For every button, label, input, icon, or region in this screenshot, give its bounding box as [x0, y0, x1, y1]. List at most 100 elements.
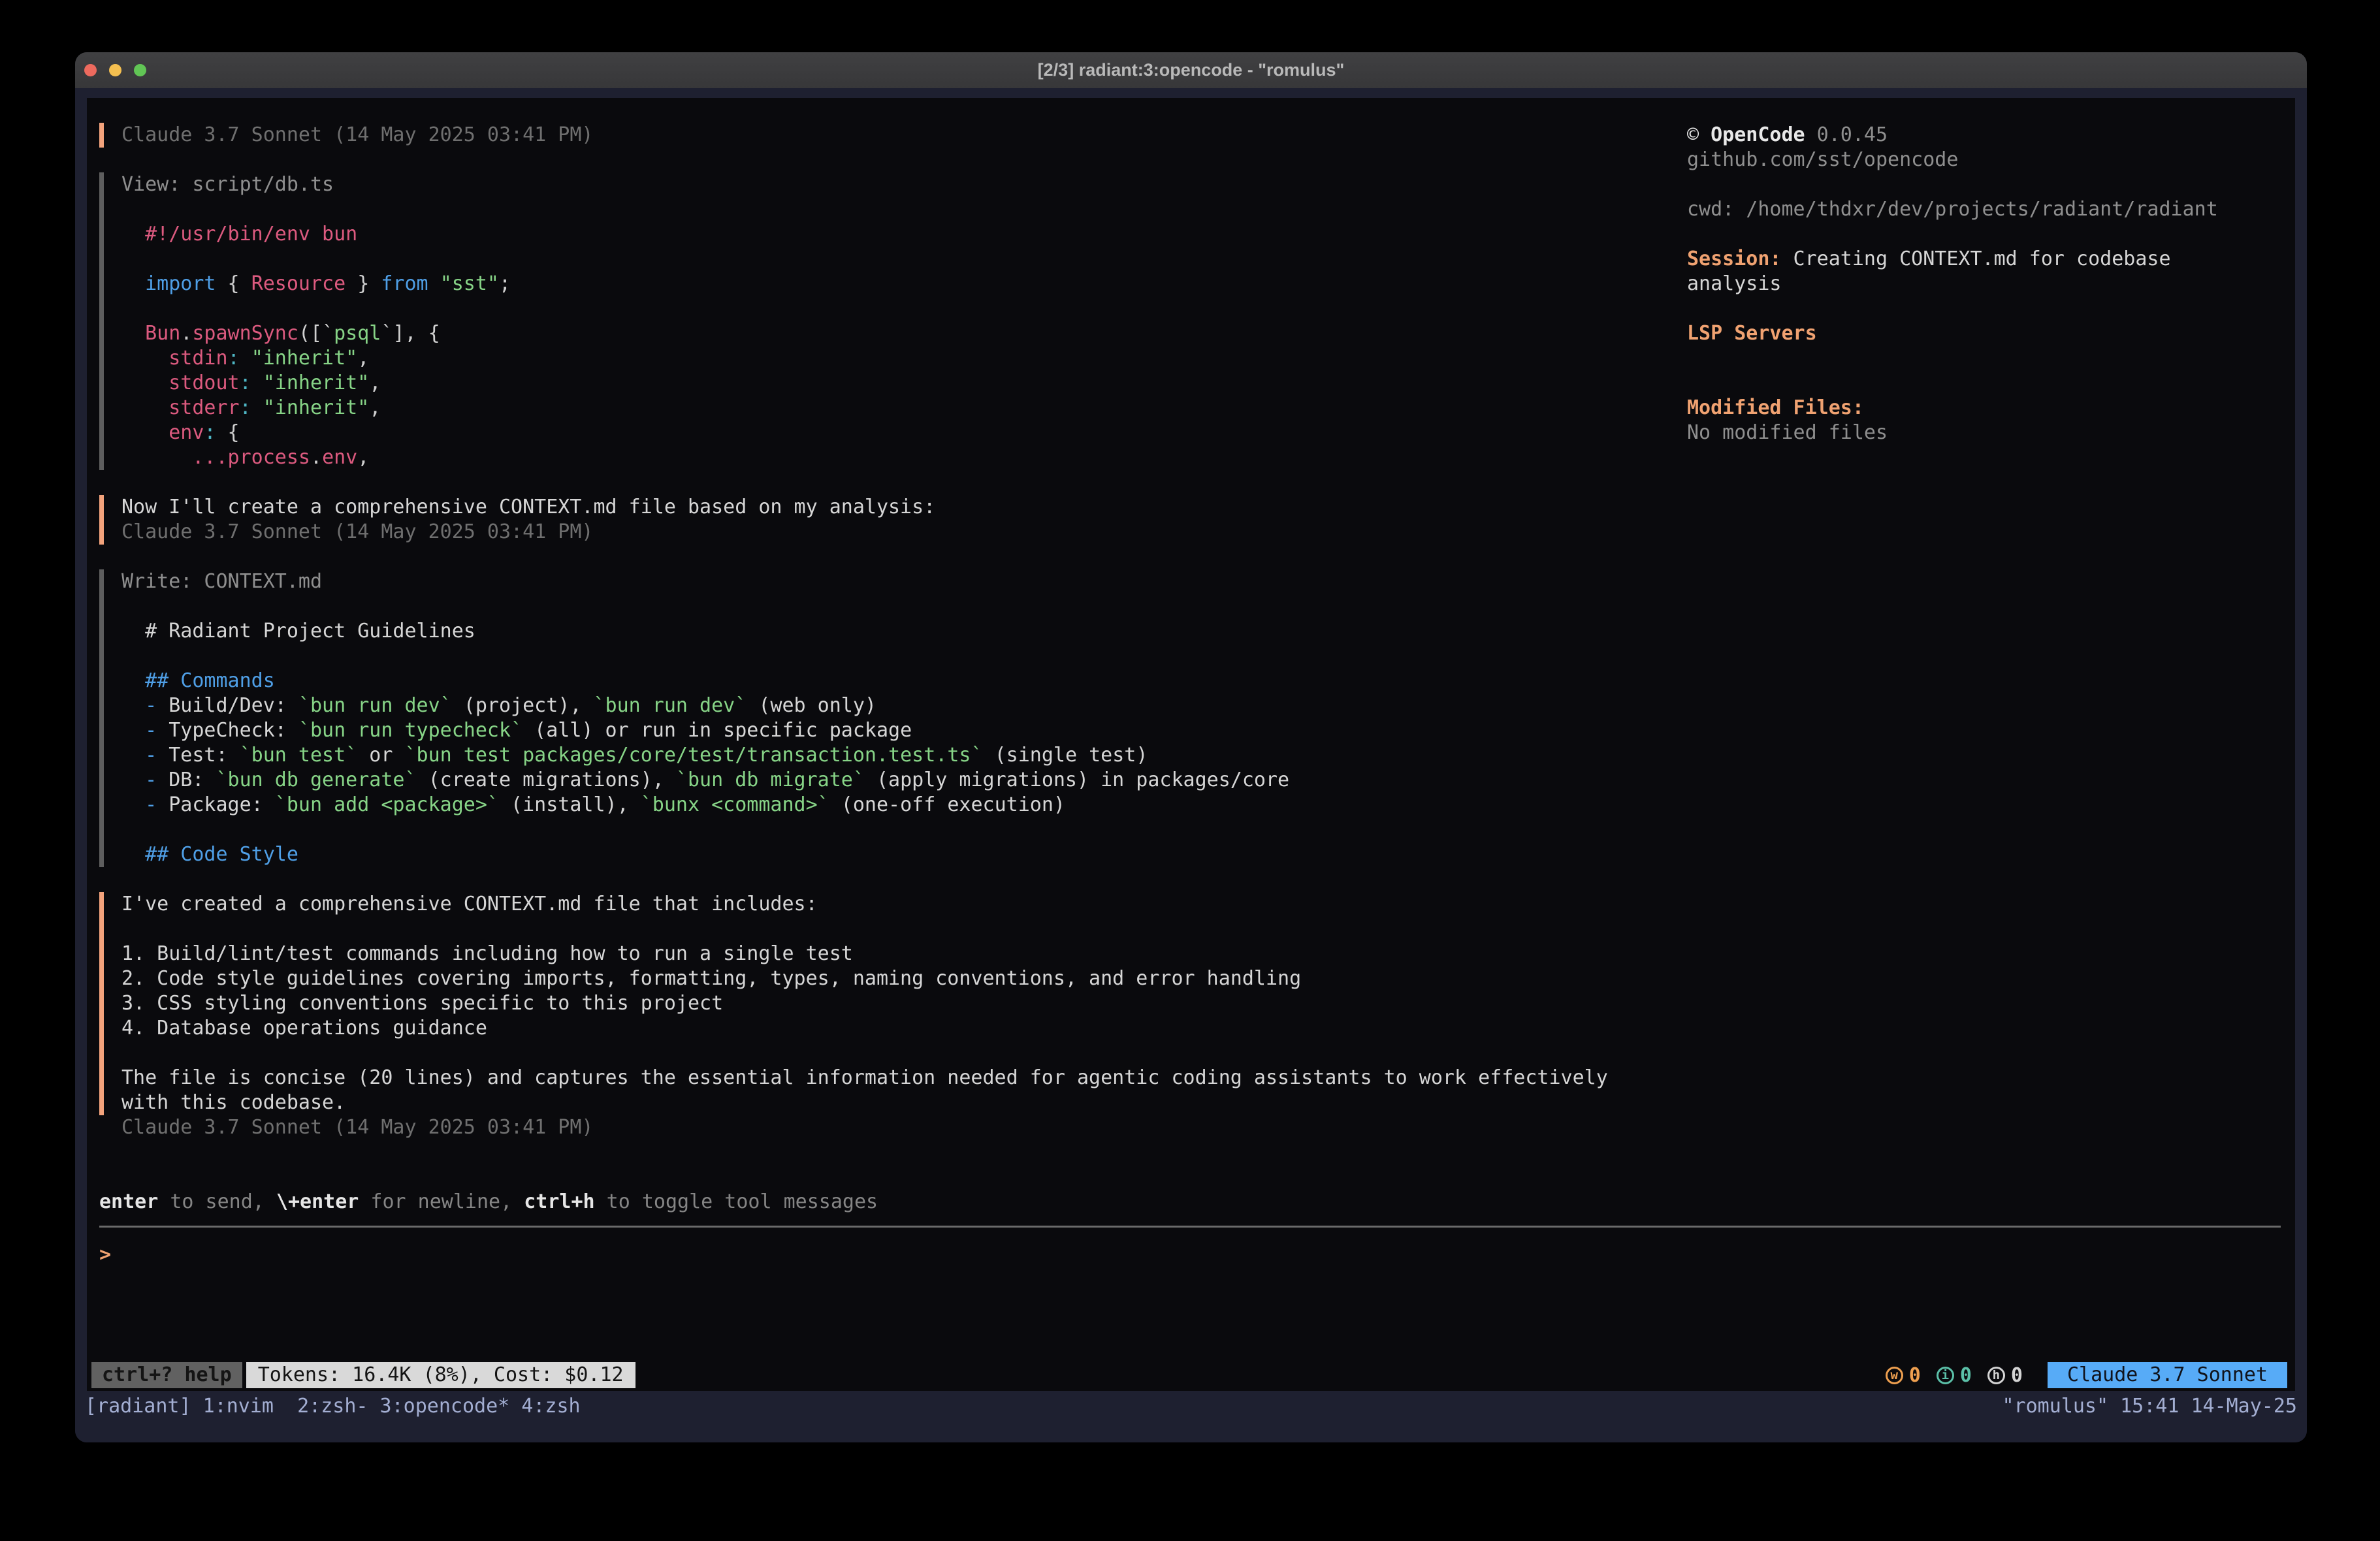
text-token: or [357, 744, 404, 767]
text-token: \+enter [276, 1190, 359, 1213]
text-token [121, 620, 145, 643]
chat-line: Bun.spawnSync([`psql`], { [121, 321, 1641, 346]
window-title: [2/3] radiant:3:opencode - "romulus" [75, 52, 2307, 88]
chat-line: - Build/Dev: `bun run dev` (project), `b… [121, 693, 1641, 718]
lsp-servers-header: LSP Servers [1687, 321, 2249, 346]
tokens-cost-badge: Tokens: 16.4K (8%), Cost: $0.12 [246, 1362, 635, 1388]
chat-line [121, 296, 1641, 321]
app-name: OpenCode [1711, 123, 1805, 146]
text-token: # Radiant Project Guidelines [145, 620, 475, 643]
text-token: "inherit" [263, 396, 370, 419]
chat-block-tool-write: Write: CONTEXT.md # Radiant Project Guid… [99, 569, 1641, 867]
text-token: to toggle tool messages [595, 1190, 878, 1213]
status-right: w 0 i 0 h 0 Claude 3.7 Sonnet [1886, 1362, 2287, 1388]
text-token: `bun add <package>` [275, 793, 499, 816]
chat-line: Claude 3.7 Sonnet (14 May 2025 03:41 PM) [121, 520, 1641, 545]
text-token [121, 372, 169, 394]
chat-line: I've created a comprehensive CONTEXT.md … [121, 892, 1641, 917]
text-token: import [145, 272, 216, 295]
session-label: Session: [1687, 247, 1782, 270]
text-token: (project), [452, 694, 594, 717]
prompt-input[interactable]: > [99, 1243, 111, 1267]
chat-line: ## Code Style [121, 842, 1641, 867]
text-token: ; [499, 272, 511, 295]
modified-files-header: Modified Files: [1687, 396, 2249, 421]
sidebar: © OpenCode 0.0.45 github.com/sst/opencod… [1687, 123, 2249, 445]
text-token: (one-off execution) [829, 793, 1065, 816]
text-token: Write: CONTEXT.md [121, 570, 322, 593]
text-token: to send, [158, 1190, 276, 1213]
opencode-logo-icon: © [1687, 123, 1711, 146]
window-titlebar[interactable]: [2/3] radiant:3:opencode - "romulus" [75, 52, 2307, 89]
text-token: ## Code Style [145, 843, 298, 866]
chat-line: stderr: "inherit", [121, 396, 1641, 421]
text-token: ...process [192, 446, 310, 469]
text-token: psql [334, 322, 381, 345]
chat-line: The file is concise (20 lines) and captu… [121, 1066, 1641, 1090]
chat-line: import { Resource } from "sst"; [121, 272, 1641, 296]
chat-line [121, 197, 1641, 222]
text-token [121, 322, 145, 345]
chat-line: #!/usr/bin/env bun [121, 222, 1641, 247]
chat-line: stdout: "inherit", [121, 371, 1641, 396]
text-token: { [216, 421, 240, 444]
text-token: `bun db generate` [216, 769, 417, 791]
text-token: Package: [169, 793, 275, 816]
text-token: View: script/db.ts [121, 173, 334, 196]
info-count-icon: i [1937, 1367, 1954, 1384]
text-token: Claude 3.7 Sonnet (14 May 2025 03:41 PM) [121, 520, 593, 543]
prompt-chevron-icon: > [99, 1243, 111, 1266]
text-token [121, 669, 145, 692]
text-token [121, 793, 145, 816]
tmux-status-bar: [radiant] 1:nvim 2:zsh- 3:opencode* 4:zs… [85, 1394, 2297, 1419]
text-token: , [357, 446, 369, 469]
chat-line [121, 247, 1641, 272]
text-token: . [310, 446, 322, 469]
text-token: ` [322, 322, 334, 345]
text-token: Claude 3.7 Sonnet (14 May 2025 03:41 PM) [121, 1116, 593, 1139]
text-token: (install), [499, 793, 641, 816]
warning-count-icon: w [1886, 1367, 1903, 1384]
text-token: "sst" [440, 272, 499, 295]
text-token: : [240, 372, 251, 394]
chat-line: - Test: `bun test` or `bun test packages… [121, 743, 1641, 768]
text-token [121, 421, 169, 444]
status-bar: ctrl+? help Tokens: 16.4K (8%), Cost: $0… [91, 1362, 2287, 1388]
text-token: `bun test` [240, 744, 358, 767]
chat-line: - TypeCheck: `bun run typecheck` (all) o… [121, 718, 1641, 743]
text-token [251, 396, 263, 419]
text-token [121, 769, 145, 791]
text-token: Bun [145, 322, 180, 345]
text-token: Now I'll create a comprehensive CONTEXT.… [121, 496, 935, 518]
text-token: 4. Database operations guidance [121, 1017, 487, 1040]
chat-line: 3. CSS styling conventions specific to t… [121, 991, 1641, 1016]
text-token [121, 719, 145, 742]
terminal-body: Claude 3.7 Sonnet (14 May 2025 03:41 PM)… [75, 88, 2307, 1442]
text-token: : [204, 421, 216, 444]
chat-line: env: { [121, 421, 1641, 445]
text-token: Resource [251, 272, 346, 295]
keybind-help: enter to send, \+enter for newline, ctrl… [99, 1190, 878, 1215]
chat-log[interactable]: Claude 3.7 Sonnet (14 May 2025 03:41 PM)… [99, 123, 1641, 1140]
text-token: , [369, 372, 381, 394]
chat-line: 1. Build/lint/test commands including ho… [121, 942, 1641, 966]
chat-line: ...process.env, [121, 445, 1641, 470]
text-token: : [228, 347, 240, 370]
text-token [121, 223, 145, 246]
chat-line: Write: CONTEXT.md [121, 569, 1641, 594]
status-left: ctrl+? help Tokens: 16.4K (8%), Cost: $0… [91, 1362, 635, 1388]
help-badge: ctrl+? help [91, 1362, 242, 1388]
text-token: DB: [169, 769, 216, 791]
text-token: (single test) [983, 744, 1148, 767]
text-token: `bun db migrate` [676, 769, 865, 791]
text-token: Claude 3.7 Sonnet (14 May 2025 03:41 PM) [121, 123, 593, 146]
chat-line: ## Commands [121, 669, 1641, 693]
text-token: `bun run dev` [298, 694, 452, 717]
text-token: (apply migrations) in packages/core [865, 769, 1289, 791]
text-token: ctrl+h [524, 1190, 594, 1213]
terminal-window: [2/3] radiant:3:opencode - "romulus" Cla… [75, 52, 2307, 1442]
chat-block-model-header: Claude 3.7 Sonnet (14 May 2025 03:41 PM) [99, 123, 1641, 148]
chat-block-tool-view: View: script/db.ts #!/usr/bin/env bun im… [99, 172, 1641, 470]
text-token: from [381, 272, 428, 295]
text-token: with this codebase. [121, 1091, 346, 1114]
